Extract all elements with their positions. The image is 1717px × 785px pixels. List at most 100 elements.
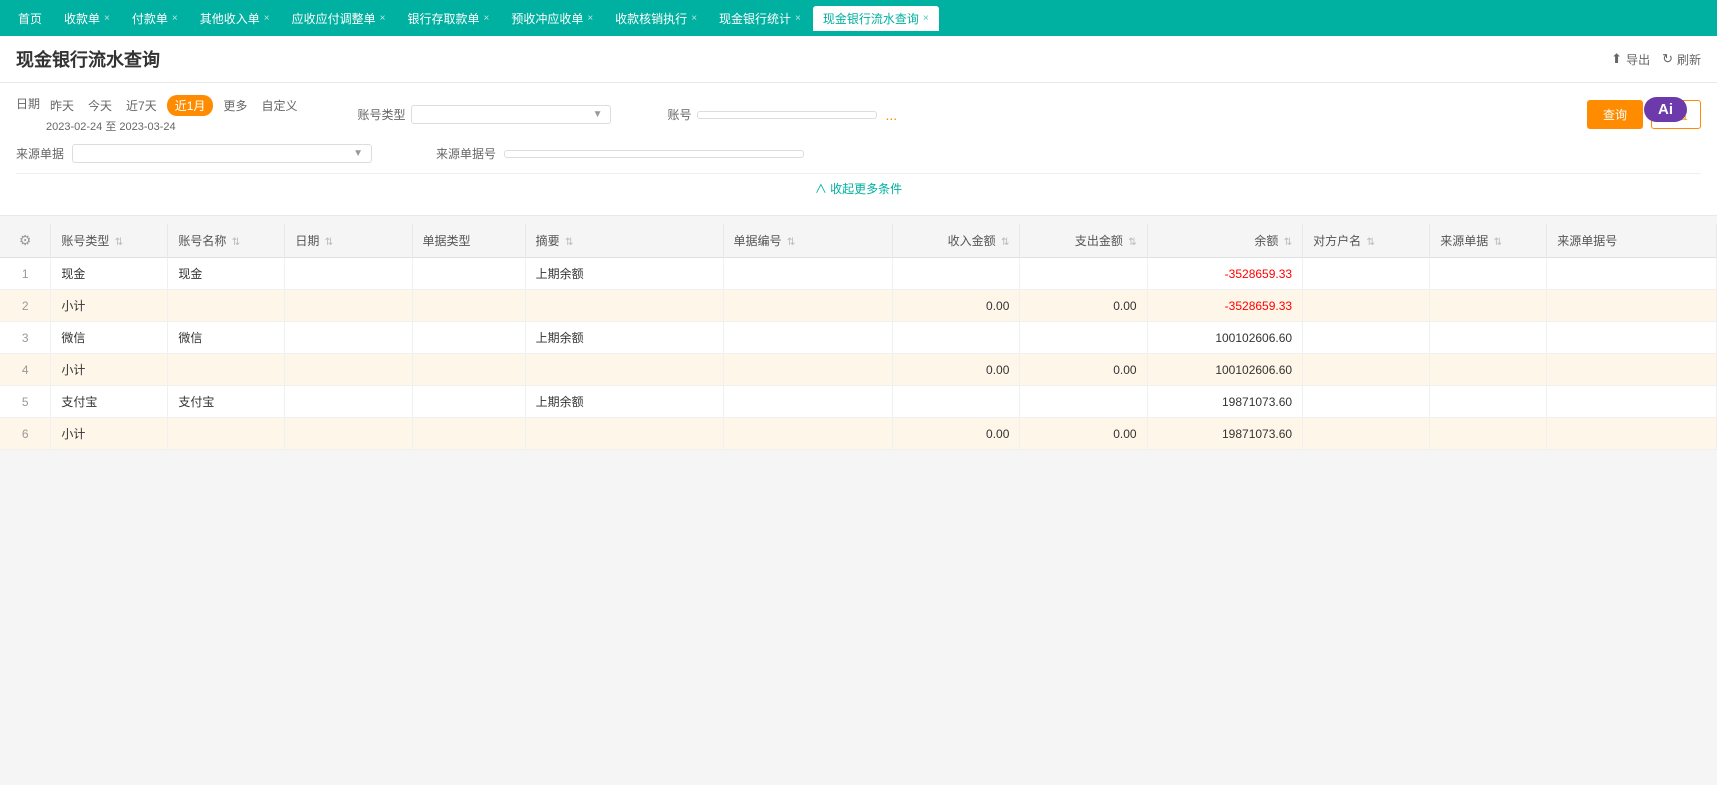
nav-tab-cash-bank-flow[interactable]: 现金银行流水查询 ×	[813, 6, 939, 31]
top-navigation: 首页 收款单 × 付款单 × 其他收入单 × 应收应付调整单 × 银行存取款单 …	[0, 0, 1717, 36]
nav-tab-ar-ap-adjust[interactable]: 应收应付调整单 ×	[282, 6, 396, 31]
nav-tab-cash-bank-stats-label: 现金银行统计	[719, 10, 791, 27]
source-doc-no-input[interactable]	[504, 150, 804, 158]
col-settings[interactable]: ⚙	[0, 224, 51, 258]
sort-summary-icon[interactable]: ⇅	[565, 237, 573, 248]
row-summary	[525, 418, 723, 450]
nav-tab-pre-offset[interactable]: 预收冲应收单 ×	[501, 6, 603, 31]
col-account-name[interactable]: 账号名称 ⇅	[168, 224, 285, 258]
collapse-more-conditions[interactable]: ∧ 收起更多条件	[16, 173, 1701, 203]
column-settings-icon[interactable]: ⚙	[19, 232, 32, 248]
table-row[interactable]: 5 支付宝 支付宝 上期余额 19871073.60	[0, 386, 1717, 418]
refresh-button[interactable]: ↻ 刷新	[1662, 51, 1701, 68]
row-balance: 19871073.60	[1147, 418, 1302, 450]
col-income[interactable]: 收入金额 ⇅	[893, 224, 1020, 258]
account-type-select[interactable]: ▼	[411, 105, 611, 124]
date-1month[interactable]: 近1月	[167, 95, 214, 116]
col-balance[interactable]: 余额 ⇅	[1147, 224, 1302, 258]
export-icon: ⬆	[1611, 51, 1622, 67]
col-date[interactable]: 日期 ⇅	[285, 224, 412, 258]
nav-tab-receipts-label: 收款单	[64, 10, 100, 27]
row-source-doc	[1430, 354, 1547, 386]
row-expense	[1020, 322, 1147, 354]
col-counterpart[interactable]: 对方户名 ⇅	[1303, 224, 1430, 258]
row-source-no	[1547, 258, 1717, 290]
col-summary[interactable]: 摘要 ⇅	[525, 224, 723, 258]
col-expense[interactable]: 支出金额 ⇅	[1020, 224, 1147, 258]
row-counterpart	[1303, 418, 1430, 450]
row-income: 0.00	[893, 418, 1020, 450]
ai-assistant-button[interactable]: Ai	[1644, 97, 1687, 122]
refresh-icon: ↻	[1662, 51, 1673, 67]
sort-counterpart-icon[interactable]: ⇅	[1366, 237, 1374, 248]
close-other-income-icon[interactable]: ×	[264, 13, 270, 24]
close-cash-bank-stats-icon[interactable]: ×	[795, 13, 801, 24]
account-dots-button[interactable]: ...	[881, 107, 901, 123]
table-row[interactable]: 1 现金 现金 上期余额 -3528659.33	[0, 258, 1717, 290]
row-counterpart	[1303, 322, 1430, 354]
nav-tab-receipts[interactable]: 收款单 ×	[54, 6, 120, 31]
account-input[interactable]	[697, 111, 877, 119]
date-more[interactable]: 更多	[219, 95, 251, 116]
table-row[interactable]: 3 微信 微信 上期余额 100102606.60	[0, 322, 1717, 354]
nav-tab-cash-bank-stats[interactable]: 现金银行统计 ×	[709, 6, 811, 31]
sort-income-icon[interactable]: ⇅	[1001, 237, 1009, 248]
sort-expense-icon[interactable]: ⇅	[1128, 237, 1136, 248]
close-bank-deposit-icon[interactable]: ×	[483, 13, 489, 24]
sort-account-name-icon[interactable]: ⇅	[232, 237, 240, 248]
close-ar-ap-icon[interactable]: ×	[380, 13, 386, 24]
close-receipts-icon[interactable]: ×	[104, 13, 110, 24]
col-account-type[interactable]: 账号类型 ⇅	[51, 224, 168, 258]
filter-row-1: 日期 昨天 今天 近7天 近1月 更多 自定义 2023-02-24 至 202…	[16, 95, 1701, 134]
export-button[interactable]: ⬆ 导出	[1611, 51, 1650, 68]
source-doc-no-label: 来源单据号	[436, 145, 496, 162]
col-source-doc[interactable]: 来源单据 ⇅	[1430, 224, 1547, 258]
col-doc-no[interactable]: 单据编号 ⇅	[723, 224, 893, 258]
row-doc-no	[723, 418, 893, 450]
sort-source-doc-icon[interactable]: ⇅	[1494, 237, 1502, 248]
row-doc-type	[412, 258, 525, 290]
table-row[interactable]: 2 小计 0.00 0.00 -3528659.33	[0, 290, 1717, 322]
row-income: 0.00	[893, 290, 1020, 322]
col-doc-type[interactable]: 单据类型	[412, 224, 525, 258]
nav-tab-payments-label: 付款单	[132, 10, 168, 27]
row-expense: 0.00	[1020, 290, 1147, 322]
nav-tab-payments[interactable]: 付款单 ×	[122, 6, 188, 31]
query-button[interactable]: 查询	[1587, 100, 1643, 129]
source-doc-select[interactable]: ▼	[72, 144, 372, 163]
close-receipt-verify-icon[interactable]: ×	[691, 13, 697, 24]
date-yesterday[interactable]: 昨天	[46, 95, 78, 116]
source-doc-no-filter: 来源单据号	[436, 145, 804, 162]
row-summary: 上期余额	[525, 322, 723, 354]
close-payments-icon[interactable]: ×	[172, 13, 178, 24]
row-income: 0.00	[893, 354, 1020, 386]
sort-date-icon[interactable]: ⇅	[325, 237, 333, 248]
date-7days[interactable]: 近7天	[122, 95, 161, 116]
row-balance: 100102606.60	[1147, 322, 1302, 354]
sort-doc-no-icon[interactable]: ⇅	[787, 237, 795, 248]
col-date-label: 日期	[295, 234, 319, 248]
account-type-label: 账号类型	[357, 106, 405, 123]
sort-account-type-icon[interactable]: ⇅	[115, 237, 123, 248]
nav-tab-bank-deposit[interactable]: 银行存取款单 ×	[397, 6, 499, 31]
row-date	[285, 354, 412, 386]
table-row[interactable]: 4 小计 0.00 0.00 100102606.60	[0, 354, 1717, 386]
row-num: 6	[0, 418, 51, 450]
table-row[interactable]: 6 小计 0.00 0.00 19871073.60	[0, 418, 1717, 450]
table-header-row: ⚙ 账号类型 ⇅ 账号名称 ⇅ 日期 ⇅ 单据类型 摘要	[0, 224, 1717, 258]
date-custom[interactable]: 自定义	[257, 95, 301, 116]
row-source-doc	[1430, 418, 1547, 450]
nav-home[interactable]: 首页	[8, 6, 52, 31]
row-summary: 上期余额	[525, 258, 723, 290]
nav-tab-receipt-verify[interactable]: 收款核销执行 ×	[605, 6, 707, 31]
nav-tab-other-income[interactable]: 其他收入单 ×	[190, 6, 280, 31]
close-pre-offset-icon[interactable]: ×	[587, 13, 593, 24]
sort-balance-icon[interactable]: ⇅	[1284, 237, 1292, 248]
col-doc-no-label: 单据编号	[734, 234, 782, 248]
row-source-no	[1547, 354, 1717, 386]
close-cash-bank-flow-icon[interactable]: ×	[923, 13, 929, 24]
row-counterpart	[1303, 290, 1430, 322]
col-source-no[interactable]: 来源单据号	[1547, 224, 1717, 258]
date-today[interactable]: 今天	[84, 95, 116, 116]
row-counterpart	[1303, 386, 1430, 418]
